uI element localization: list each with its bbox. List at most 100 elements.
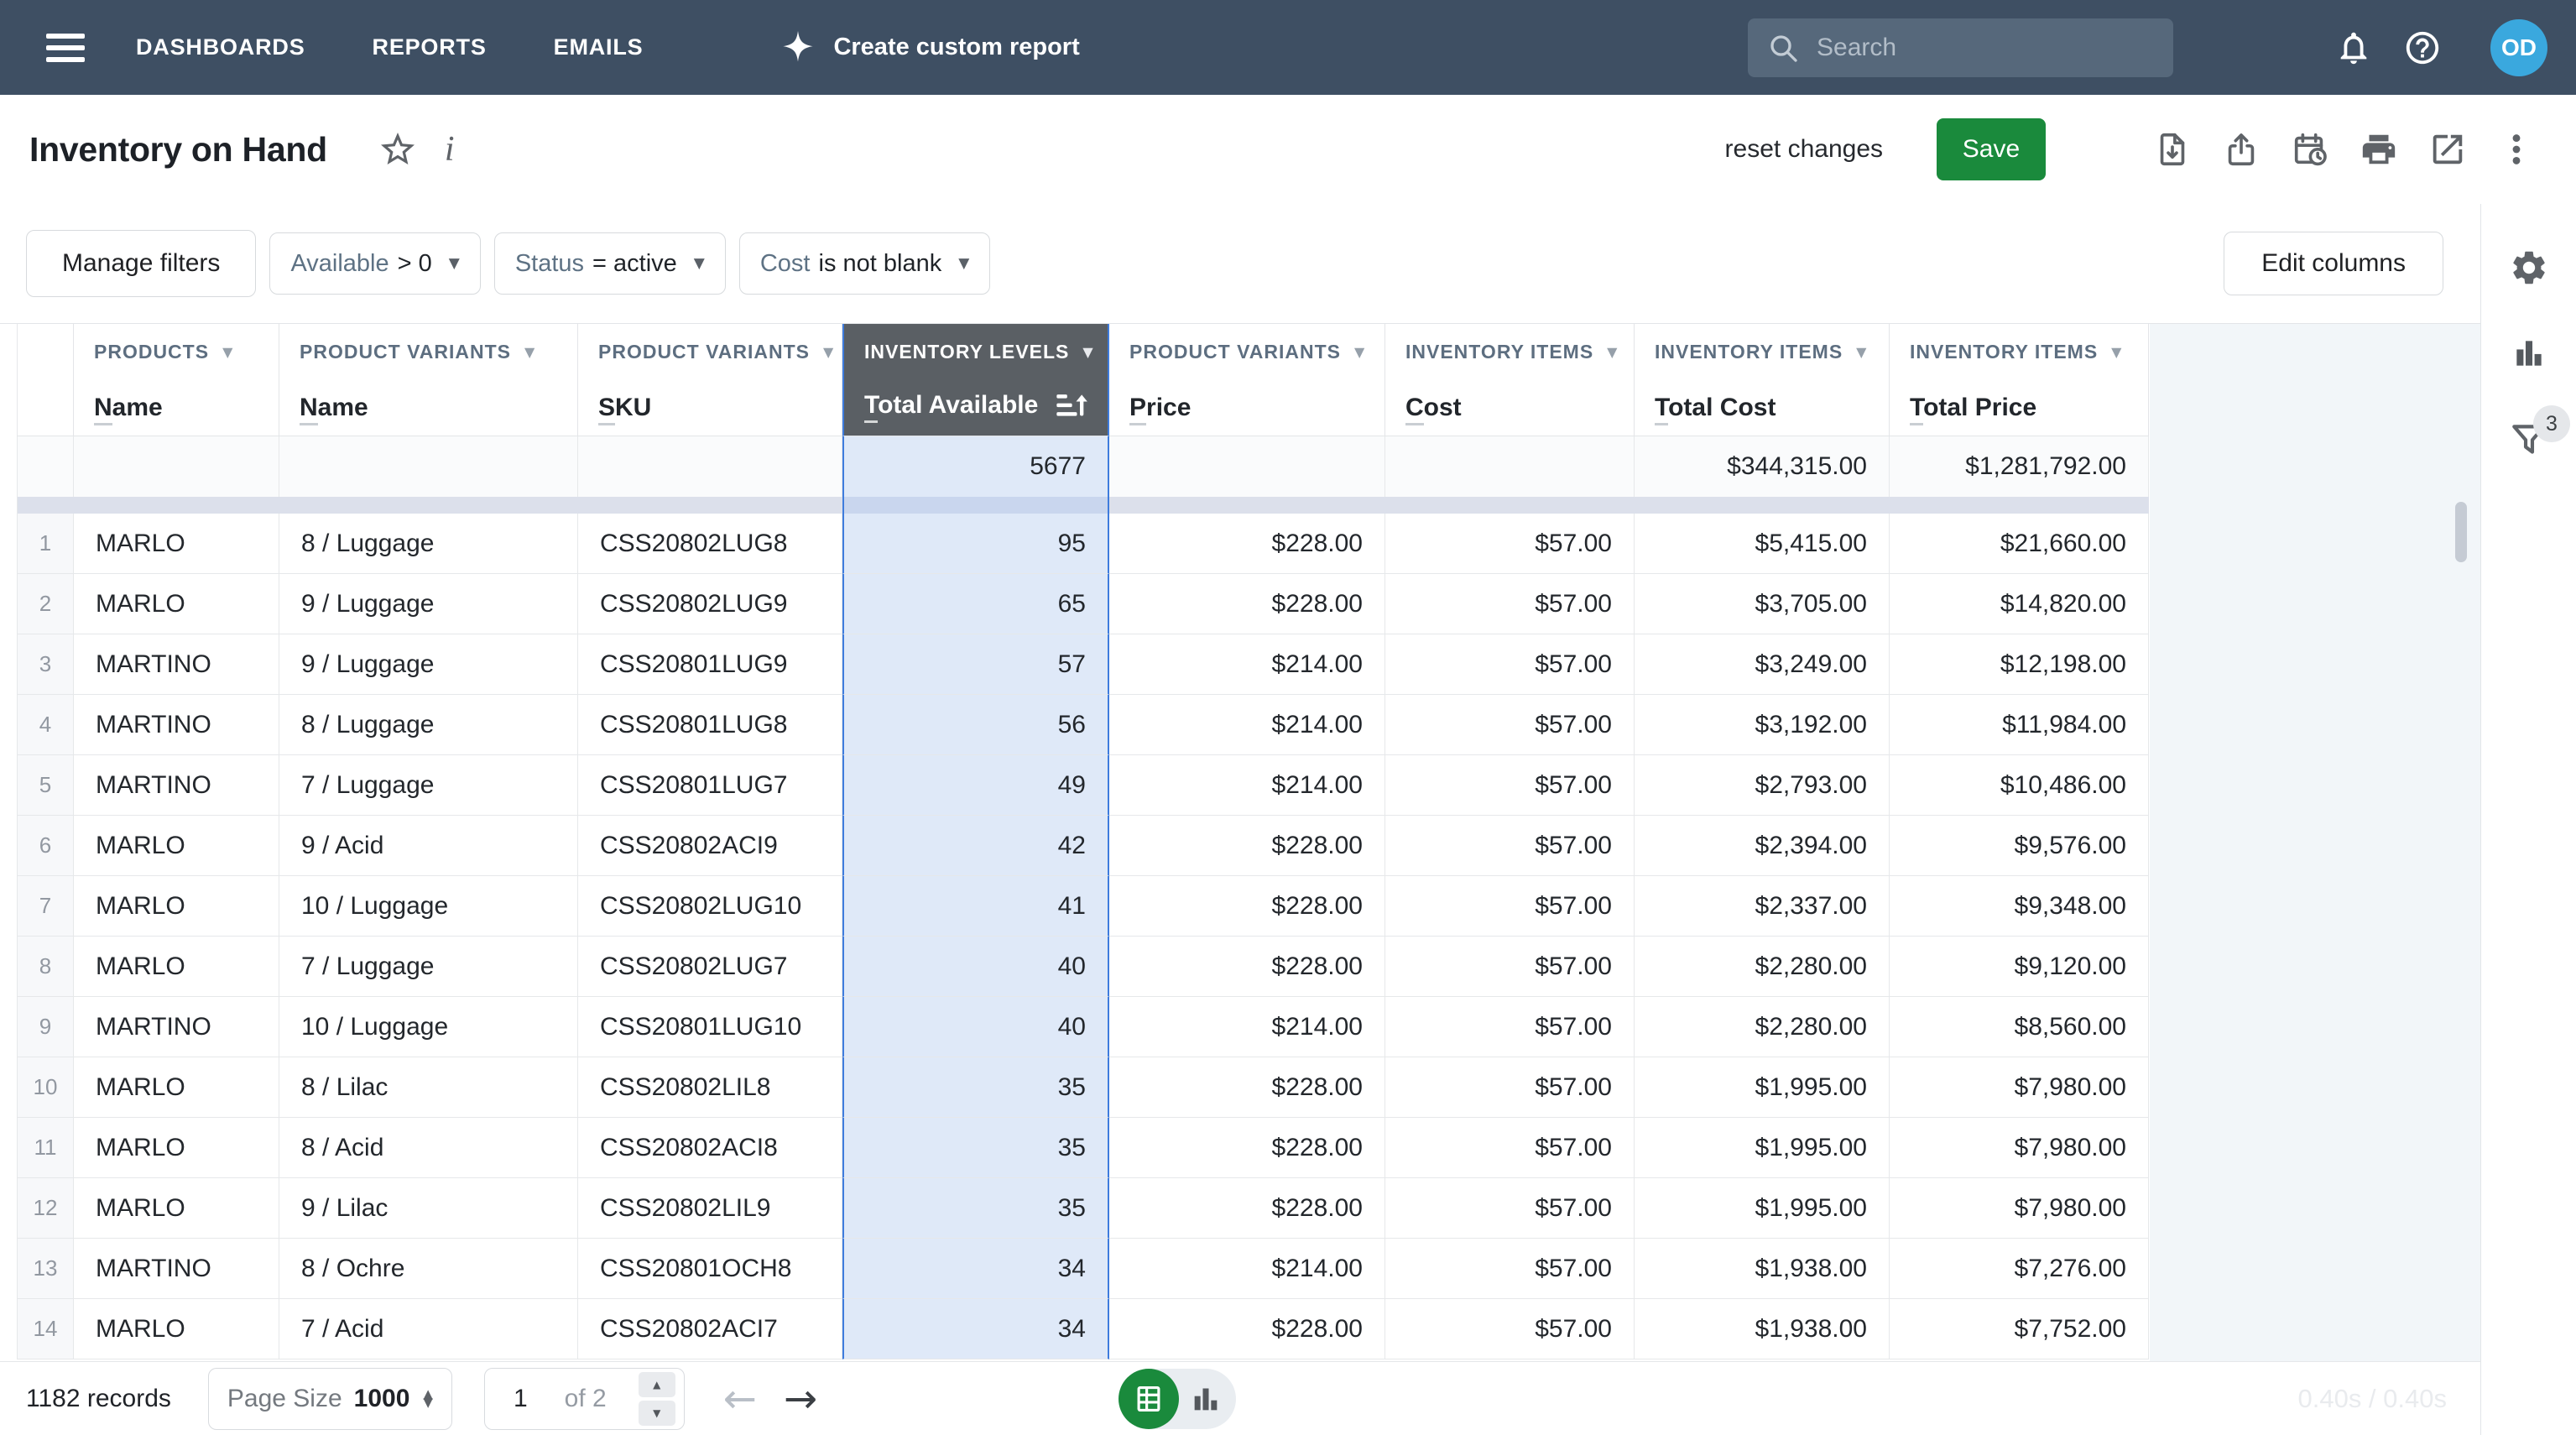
user-avatar[interactable]: OD: [2490, 18, 2547, 76]
column-header-total_cost[interactable]: INVENTORY ITEMS ▼ Total Cost: [1635, 324, 1890, 436]
more-options-icon[interactable]: [2497, 130, 2536, 169]
prev-page-arrow[interactable]: ←: [723, 1379, 757, 1419]
column-group-caret-icon[interactable]: ▼: [1354, 344, 1365, 360]
cell-total_cost: $3,705.00: [1635, 574, 1890, 634]
column-header-product[interactable]: PRODUCTS ▼ Name: [74, 324, 279, 436]
band-segment: [17, 497, 74, 514]
notifications-bell-icon[interactable]: [2334, 29, 2373, 67]
help-icon[interactable]: [2403, 29, 2442, 67]
navbar-right: OD: [1748, 18, 2547, 77]
cell-total_price: $7,980.00: [1890, 1057, 2149, 1118]
cell-total_price: $14,820.00: [1890, 574, 2149, 634]
column-group-caret-icon[interactable]: ▼: [1082, 344, 1093, 360]
nav-dashboards[interactable]: DASHBOARDS: [136, 34, 305, 60]
gear-icon[interactable]: [2509, 248, 2549, 288]
chevron-down-icon: ▼: [958, 255, 970, 272]
cell-cost: $57.00: [1385, 574, 1635, 634]
chart-view-button[interactable]: [1189, 1382, 1223, 1416]
column-group-caret-icon[interactable]: ▼: [1856, 344, 1867, 360]
cell-num: 8: [17, 937, 74, 997]
table-view-button[interactable]: [1119, 1368, 1179, 1429]
column-group-caret-icon[interactable]: ▼: [524, 344, 535, 360]
reset-changes-link[interactable]: reset changes: [1725, 135, 1883, 164]
column-header-cost[interactable]: INVENTORY ITEMS ▼ Cost: [1385, 324, 1635, 436]
cell-available: 65: [842, 574, 1109, 634]
table-row[interactable]: 9 MARTINO 10 / Luggage CSS20801LUG10 40 $214.…: [17, 997, 2149, 1057]
filter-chip-status[interactable]: Status = active ▼: [493, 232, 726, 295]
cell-sku: CSS20802ACI9: [578, 816, 842, 876]
cell-total_cost: $3,249.00: [1635, 634, 1890, 695]
cell-product: MARTINO: [74, 1239, 279, 1299]
current-page-input[interactable]: 1: [514, 1385, 528, 1413]
bar-chart-icon[interactable]: [2511, 335, 2547, 372]
vertical-scrollbar[interactable]: [2455, 502, 2467, 562]
filter-chip-cost[interactable]: Cost is not blank ▼: [738, 232, 991, 295]
table-row[interactable]: 1 MARLO 8 / Luggage CSS20802LUG8 95 $228.00 $5…: [17, 514, 2149, 574]
table-row[interactable]: 12 MARLO 9 / Lilac CSS20802LIL9 35 $228.00 $57…: [17, 1178, 2149, 1239]
column-header-available[interactable]: INVENTORY LEVELS ▼ Total Available: [842, 324, 1109, 436]
column-header-total_price[interactable]: INVENTORY ITEMS ▼ Total Price: [1890, 324, 2149, 436]
column-header-price[interactable]: PRODUCT VARIANTS ▼ Price: [1109, 324, 1385, 436]
chip-condition: > 0: [397, 249, 432, 277]
cell-available: 49: [842, 755, 1109, 816]
cell-sku: CSS20801LUG7: [578, 755, 842, 816]
column-group-caret-icon[interactable]: ▼: [222, 344, 233, 360]
cell-available: 56: [842, 695, 1109, 755]
table-row[interactable]: 6 MARLO 9 / Acid CSS20802ACI9 42 $228.00 $57.0…: [17, 816, 2149, 876]
cell-sku: CSS20802LIL9: [578, 1178, 842, 1239]
export-file-icon[interactable]: [2153, 130, 2192, 169]
share-icon[interactable]: [2222, 130, 2261, 169]
table-row[interactable]: 14 MARLO 7 / Acid CSS20802ACI7 34 $228.00 $57.…: [17, 1299, 2149, 1359]
page-down-button[interactable]: ▼: [638, 1400, 675, 1426]
band-segment: [578, 497, 842, 514]
print-icon[interactable]: [2360, 130, 2398, 169]
page-up-button[interactable]: ▲: [638, 1371, 675, 1397]
cell-variant: 8 / Ochre: [279, 1239, 578, 1299]
hamburger-menu-icon[interactable]: [46, 33, 85, 62]
table-row[interactable]: 11 MARLO 8 / Acid CSS20802ACI8 35 $228.00 $57.…: [17, 1118, 2149, 1178]
manage-filters-button[interactable]: Manage filters: [26, 230, 257, 297]
cell-total_price: $7,276.00: [1890, 1239, 2149, 1299]
column-header-variant[interactable]: PRODUCT VARIANTS ▼ Name: [279, 324, 578, 436]
table-row[interactable]: 10 MARLO 8 / Lilac CSS20802LIL8 35 $228.00 $57…: [17, 1057, 2149, 1118]
table-row[interactable]: 3 MARTINO 9 / Luggage CSS20801LUG9 57 $214.00…: [17, 634, 2149, 695]
open-external-icon[interactable]: [2428, 130, 2467, 169]
band-segment: [1385, 497, 1635, 514]
data-table: PRODUCTS ▼ Name PRODUCT VARIANTS ▼ Name PRODUC…: [17, 324, 2149, 1359]
table-row[interactable]: 7 MARLO 10 / Luggage CSS20802LUG10 41 $228.00…: [17, 876, 2149, 937]
table-row[interactable]: 13 MARTINO 8 / Ochre CSS20801OCH8 34 $214.00 $…: [17, 1239, 2149, 1299]
column-group-caret-icon[interactable]: ▼: [1607, 344, 1618, 360]
cell-cost: $57.00: [1385, 937, 1635, 997]
page-size-select[interactable]: Page Size 1000 ▲ ▼: [207, 1367, 452, 1430]
schedule-icon[interactable]: [2291, 130, 2329, 169]
band-segment: [1635, 497, 1890, 514]
search-input[interactable]: [1815, 32, 2155, 63]
nav-emails[interactable]: EMAILS: [554, 34, 644, 60]
edit-columns-button[interactable]: Edit columns: [2224, 232, 2443, 295]
cell-cost: $57.00: [1385, 816, 1635, 876]
filter-count-badge: 3: [2533, 405, 2570, 442]
cell-total_price: $12,198.00: [1890, 634, 2149, 695]
next-page-arrow[interactable]: →: [784, 1379, 817, 1419]
cell-variant: 9 / Luggage: [279, 634, 578, 695]
cell-variant: 8 / Luggage: [279, 514, 578, 574]
filter-chip-available[interactable]: Available > 0 ▼: [269, 232, 481, 295]
table-row[interactable]: 5 MARTINO 7 / Luggage CSS20801LUG7 49 $214.00…: [17, 755, 2149, 816]
right-rail: 3: [2480, 204, 2576, 1435]
table-row[interactable]: 4 MARTINO 8 / Luggage CSS20801LUG8 56 $214.00…: [17, 695, 2149, 755]
create-custom-report-button[interactable]: Create custom report: [780, 27, 1080, 69]
column-header-sku[interactable]: PRODUCT VARIANTS ▼ SKU: [578, 324, 842, 436]
column-group-caret-icon[interactable]: ▼: [2111, 344, 2122, 360]
save-button[interactable]: Save: [1937, 118, 2046, 180]
table-row[interactable]: 8 MARLO 7 / Luggage CSS20802LUG7 40 $228.00 $5…: [17, 937, 2149, 997]
cell-num: 11: [17, 1118, 74, 1178]
chip-condition: is not blank: [818, 249, 942, 277]
table-row[interactable]: 2 MARLO 9 / Luggage CSS20802LUG9 65 $228.00 $5…: [17, 574, 2149, 634]
records-count: 1182 records: [26, 1384, 171, 1412]
global-search[interactable]: [1748, 18, 2173, 77]
column-group-caret-icon[interactable]: ▼: [823, 344, 834, 360]
info-icon[interactable]: i: [445, 132, 455, 167]
favorite-star-icon[interactable]: [378, 129, 418, 170]
nav-reports[interactable]: REPORTS: [373, 34, 487, 60]
cell-sku: CSS20802ACI7: [578, 1299, 842, 1359]
